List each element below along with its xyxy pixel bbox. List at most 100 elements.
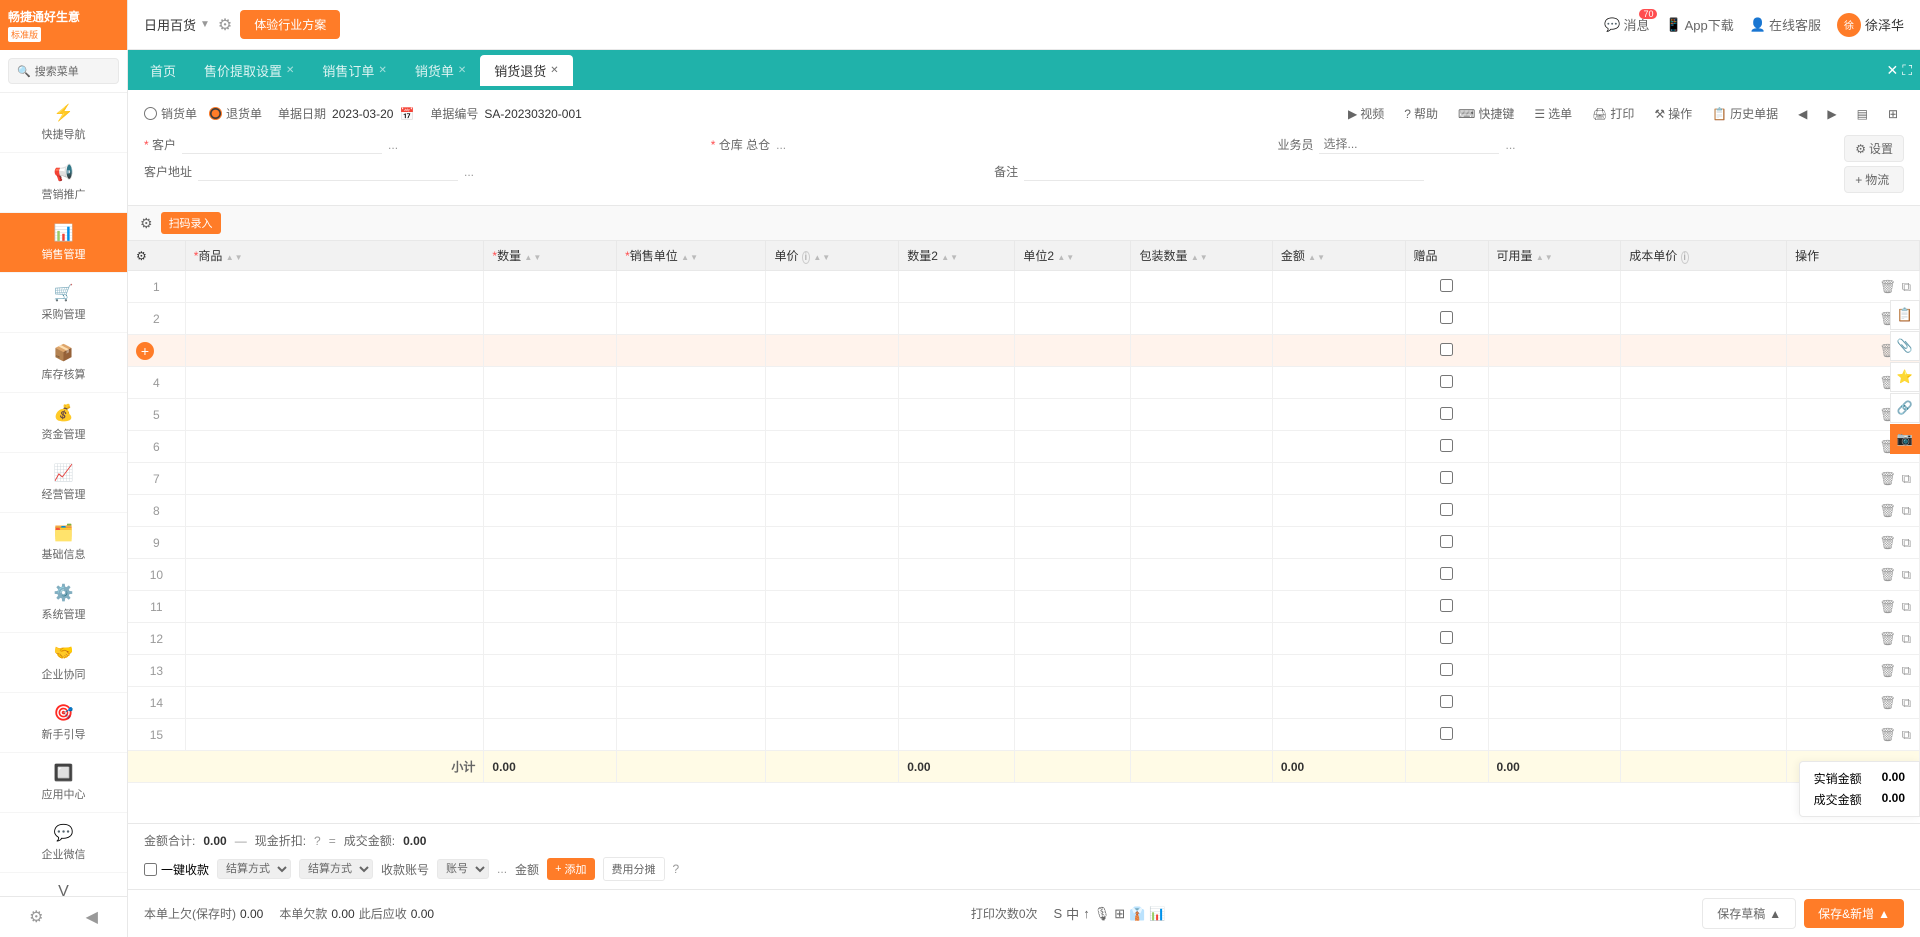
unit2-cell-1[interactable] [1015,271,1131,303]
unit-price-cell-5[interactable] [766,399,899,431]
copy-row-1-icon[interactable]: ⧉ [1902,279,1911,295]
one-key-collect-input[interactable] [144,863,157,876]
right-btn-star[interactable]: ⭐ [1890,362,1920,392]
sidebar-item-basic[interactable]: 🗂️ 基础信息 [0,513,127,573]
gift-checkbox-6[interactable] [1440,439,1453,452]
available-cell-2[interactable] [1488,303,1621,335]
add-row-button[interactable]: + [136,342,154,360]
sale-unit-cell-5[interactable] [617,399,766,431]
amount-cell-6[interactable] [1272,431,1405,463]
unit-price-cell-2[interactable] [766,303,899,335]
sidebar-item-finance[interactable]: 💰 资金管理 [0,393,127,453]
unit-price-cell-10[interactable] [766,559,899,591]
amount-cell-9[interactable] [1272,527,1405,559]
qty2-cell-7[interactable] [899,463,1015,495]
qty-cell-2[interactable] [484,303,617,335]
unit2-cell-9[interactable] [1015,527,1131,559]
cost-price-cell-13[interactable] [1621,655,1787,687]
unit-price-cell-9[interactable] [766,527,899,559]
gift-checkbox-15[interactable] [1440,727,1453,740]
gift-cell-5[interactable] [1405,399,1488,431]
gift-checkbox-12[interactable] [1440,631,1453,644]
sale-unit-cell-6[interactable] [617,431,766,463]
user-menu[interactable]: 徐 徐泽华 [1837,13,1904,37]
customer-select-icon[interactable]: ... [388,138,398,152]
copy-row-8-icon[interactable]: ⧉ [1902,503,1911,519]
unit-price-cell-3[interactable] [766,335,899,367]
qty2-cell-10[interactable] [899,559,1015,591]
cost-price-info-icon[interactable]: i [1681,251,1689,264]
qty-cell-5[interactable] [484,399,617,431]
amount-cell-11[interactable] [1272,591,1405,623]
sidebar-item-purchase[interactable]: 🛒 采购管理 [0,273,127,333]
qty-cell-12[interactable] [484,623,617,655]
settings-button[interactable]: ⚙ 设置 [1844,135,1904,162]
copy-row-15-icon[interactable]: ⧉ [1902,727,1911,743]
pkg-qty-cell-15[interactable] [1131,719,1272,751]
qty-cell-4[interactable] [484,367,617,399]
unit2-cell-2[interactable] [1015,303,1131,335]
copy-row-11-icon[interactable]: ⧉ [1902,599,1911,615]
unit2-cell-10[interactable] [1015,559,1131,591]
qty2-cell-3[interactable] [899,335,1015,367]
product-cell-11[interactable] [185,591,484,623]
sale-unit-cell-7[interactable] [617,463,766,495]
sale-unit-cell-15[interactable] [617,719,766,751]
tab-close-sale-price[interactable]: ✕ [286,65,294,76]
history-btn[interactable]: 📋 历史单据 [1706,102,1784,125]
pkg-qty-cell-3[interactable] [1131,335,1272,367]
tab-sale-price[interactable]: 售价提取设置 ✕ [190,55,308,86]
gift-cell-1[interactable] [1405,271,1488,303]
qty-cell-1[interactable] [484,271,617,303]
gift-cell-2[interactable] [1405,303,1488,335]
pkg-qty-cell-10[interactable] [1131,559,1272,591]
qty2-cell-11[interactable] [899,591,1015,623]
amount-cell-3[interactable] [1272,335,1405,367]
gift-cell-11[interactable] [1405,591,1488,623]
pkg-qty-cell-9[interactable] [1131,527,1272,559]
amount-cell-7[interactable] [1272,463,1405,495]
pkg-qty-cell-11[interactable] [1131,591,1272,623]
unit-price-cell-15[interactable] [766,719,899,751]
amount-cell-15[interactable] [1272,719,1405,751]
gift-checkbox-7[interactable] [1440,471,1453,484]
address-input[interactable] [198,162,458,181]
message-button[interactable]: 💬 消息 70 [1604,15,1649,34]
radio-sale-out[interactable]: 销货单 [144,105,197,122]
tab-sale-out[interactable]: 销货单 ✕ [401,55,480,86]
account-select[interactable]: 账号 [437,859,489,879]
cost-price-cell-14[interactable] [1621,687,1787,719]
gift-cell-12[interactable] [1405,623,1488,655]
qty-cell-6[interactable] [484,431,617,463]
cost-price-cell-3[interactable] [1621,335,1787,367]
bottom-icon-4[interactable]: 🎙 [1094,906,1111,922]
unit2-cell-3[interactable] [1015,335,1131,367]
product-input-row3[interactable] [194,344,476,358]
one-key-collect-checkbox[interactable]: 一键收款 [144,861,209,878]
qty-cell-8[interactable] [484,495,617,527]
list-view-btn[interactable]: ▤ [1851,104,1874,124]
unit2-cell-6[interactable] [1015,431,1131,463]
online-service-button[interactable]: 👤 在线客服 [1750,15,1821,34]
available-cell-1[interactable] [1488,271,1621,303]
logistics-button[interactable]: + 物流 [1844,166,1904,193]
company-dropdown[interactable]: 日用百货 ▼ [144,15,210,34]
copy-row-7-icon[interactable]: ⧉ [1902,471,1911,487]
sale-unit-cell-10[interactable] [617,559,766,591]
avail-sort-icon[interactable]: ▲▼ [1536,253,1553,262]
product-cell-14[interactable] [185,687,484,719]
qty-cell-7[interactable] [484,463,617,495]
pkg-qty-cell-14[interactable] [1131,687,1272,719]
cost-price-cell-10[interactable] [1621,559,1787,591]
maximize-icon[interactable]: ⛶ [1902,62,1912,79]
sidebar-item-member[interactable]: V 畅会员 [0,873,127,896]
gift-checkbox-14[interactable] [1440,695,1453,708]
product-cell-9[interactable] [185,527,484,559]
add-payment-button[interactable]: + 添加 [547,858,594,880]
sale-unit-cell-14[interactable] [617,687,766,719]
remark-input[interactable] [1024,162,1424,181]
grid-view-btn[interactable]: ⊞ [1882,104,1904,124]
amount-cell-2[interactable] [1272,303,1405,335]
tab-sale-order[interactable]: 销售订单 ✕ [308,55,400,86]
calc-method-select[interactable]: 结算方式 [299,859,373,879]
